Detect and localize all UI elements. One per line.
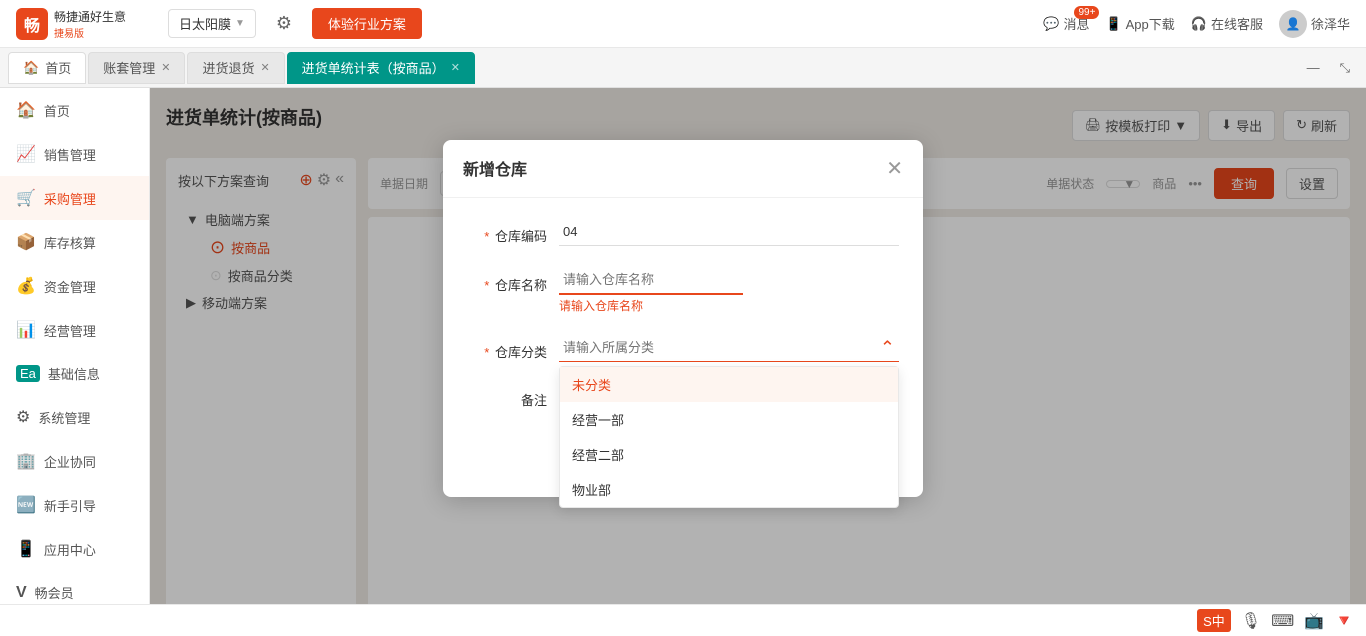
basic-info-icon: Ea <box>16 365 40 382</box>
tab-purchase-stats[interactable]: 进货单统计表（按商品） ✕ <box>287 52 475 84</box>
tab-account[interactable]: 账套管理 ✕ <box>88 52 185 84</box>
settings-icon[interactable]: ⚙ <box>268 8 300 40</box>
tab-controls: — ⤡ <box>1299 56 1358 80</box>
category-arrow-icon[interactable]: ⌃ <box>880 337 895 358</box>
top-bar: 畅 畅捷通好生意 捷易版 日太阳膜 ▼ ⚙ 体验行业方案 💬 消息 99+ 📱 … <box>0 0 1366 48</box>
sidebar-item-operations[interactable]: 📊 经营管理 <box>0 308 149 352</box>
dropdown-item-dept3[interactable]: 物业部 <box>560 472 898 507</box>
category-row: * 仓库分类 ⌃ 未分类 经营一部 经营二部 物业部 <box>467 334 899 362</box>
sidebar-item-inventory[interactable]: 📦 库存核算 <box>0 220 149 264</box>
tv-icon[interactable]: 📺 <box>1304 611 1324 631</box>
member-icon: V <box>16 584 27 602</box>
keyboard-icon[interactable]: ⌨ <box>1271 611 1294 631</box>
sidebar-item-finance[interactable]: 💰 资金管理 <box>0 264 149 308</box>
dropdown-item-dept2[interactable]: 经营二部 <box>560 437 898 472</box>
sidebar-item-sales[interactable]: 📈 销售管理 <box>0 132 149 176</box>
name-label: * 仓库名称 <box>467 267 547 294</box>
logo-text: 畅捷通好生意 捷易版 <box>54 8 126 40</box>
avatar: 👤 <box>1279 10 1307 38</box>
microphone-icon[interactable]: 🎙 <box>1241 611 1261 631</box>
dropdown-item-dept1[interactable]: 经营一部 <box>560 402 898 437</box>
home-icon: 🏠 <box>16 100 36 120</box>
s-input-icon[interactable]: S中 <box>1197 609 1231 632</box>
sidebar-item-guide[interactable]: 🆕 新手引导 <box>0 483 149 527</box>
dropdown-item-uncategorized[interactable]: 未分类 <box>560 367 898 402</box>
bottom-bar: S中 🎙 ⌨ 📺 🔻 <box>0 604 1366 636</box>
tab-close-icon[interactable]: ✕ <box>260 61 269 74</box>
modal-body: * 仓库编码 * 仓库名称 <box>443 198 923 442</box>
name-error-msg: 请输入仓库名称 <box>559 297 643 314</box>
code-label: * 仓库编码 <box>467 218 547 245</box>
sidebar-item-home[interactable]: 🏠 首页 <box>0 88 149 132</box>
logo-area: 畅 畅捷通好生意 捷易版 <box>16 8 156 40</box>
phone-icon: 📱 <box>1105 16 1121 32</box>
tab-home[interactable]: 🏠 首页 <box>8 52 86 84</box>
message-icon: 💬 <box>1043 16 1059 32</box>
guide-icon: 🆕 <box>16 495 36 515</box>
tab-minimize-button[interactable]: — <box>1299 56 1328 80</box>
sidebar-item-basic[interactable]: Ea 基础信息 <box>0 352 149 395</box>
modal-title: 新增仓库 <box>463 156 527 180</box>
apps-icon: 📱 <box>16 539 36 559</box>
logo-icon: 畅 <box>16 8 48 40</box>
modal-overlay: 新增仓库 ✕ * 仓库编码 <box>150 88 1366 636</box>
top-right-area: 💬 消息 99+ 📱 App下载 🎧 在线客服 👤 徐泽华 <box>1043 10 1350 38</box>
tab-expand-button[interactable]: ⤡ <box>1332 56 1358 80</box>
money-icon: 💰 <box>16 276 36 296</box>
main-layout: 🏠 首页 📈 销售管理 🛒 采购管理 📦 库存核算 💰 资金管理 📊 经营管理 … <box>0 88 1366 636</box>
code-row: * 仓库编码 <box>467 218 899 246</box>
tab-close-icon[interactable]: ✕ <box>451 61 460 74</box>
arrow-down-icon[interactable]: 🔻 <box>1334 611 1354 631</box>
online-service-item[interactable]: 🎧 在线客服 <box>1191 14 1263 33</box>
code-input[interactable] <box>559 218 899 246</box>
tab-close-icon[interactable]: ✕ <box>161 61 170 74</box>
content-area: 进货单统计(按商品) 🖨 按模板打印 ▼ ⬇ 导出 ↻ 刷新 <box>150 88 1366 636</box>
sidebar: 🏠 首页 📈 销售管理 🛒 采购管理 📦 库存核算 💰 资金管理 📊 经营管理 … <box>0 88 150 636</box>
category-input[interactable] <box>559 334 899 362</box>
trial-button[interactable]: 体验行业方案 <box>312 8 422 39</box>
headset-icon: 🎧 <box>1191 16 1207 32</box>
user-area[interactable]: 👤 徐泽华 <box>1279 10 1350 38</box>
modal-header: 新增仓库 ✕ <box>443 140 923 198</box>
chevron-down-icon: ▼ <box>235 18 245 29</box>
system-icon: ⚙ <box>16 407 30 427</box>
new-warehouse-modal: 新增仓库 ✕ * 仓库编码 <box>443 140 923 497</box>
tab-bar: 🏠 首页 账套管理 ✕ 进货退货 ✕ 进货单统计表（按商品） ✕ — ⤡ <box>0 48 1366 88</box>
sidebar-item-apps[interactable]: 📱 应用中心 <box>0 527 149 571</box>
sidebar-item-purchase[interactable]: 🛒 采购管理 <box>0 176 149 220</box>
sidebar-item-enterprise[interactable]: 🏢 企业协同 <box>0 439 149 483</box>
message-item[interactable]: 💬 消息 99+ <box>1043 14 1089 33</box>
enterprise-icon: 🏢 <box>16 451 36 471</box>
sidebar-item-system[interactable]: ⚙ 系统管理 <box>0 395 149 439</box>
box-icon: 📦 <box>16 232 36 252</box>
home-icon: 🏠 <box>23 60 39 76</box>
store-selector[interactable]: 日太阳膜 ▼ <box>168 9 256 38</box>
chart-icon: 📈 <box>16 144 36 164</box>
operations-icon: 📊 <box>16 320 36 340</box>
notes-label: 备注 <box>467 382 547 409</box>
tab-purchase-return[interactable]: 进货退货 ✕ <box>187 52 284 84</box>
name-row: * 仓库名称 请输入仓库名称 <box>467 266 899 314</box>
category-dropdown: 未分类 经营一部 经营二部 物业部 <box>559 366 899 508</box>
category-select-wrapper: ⌃ 未分类 经营一部 经营二部 物业部 <box>559 334 899 362</box>
modal-close-button[interactable]: ✕ <box>886 156 903 181</box>
category-label: * 仓库分类 <box>467 334 547 361</box>
name-input[interactable] <box>559 266 743 295</box>
cart-icon: 🛒 <box>16 188 36 208</box>
app-download-item[interactable]: 📱 App下载 <box>1105 14 1174 33</box>
